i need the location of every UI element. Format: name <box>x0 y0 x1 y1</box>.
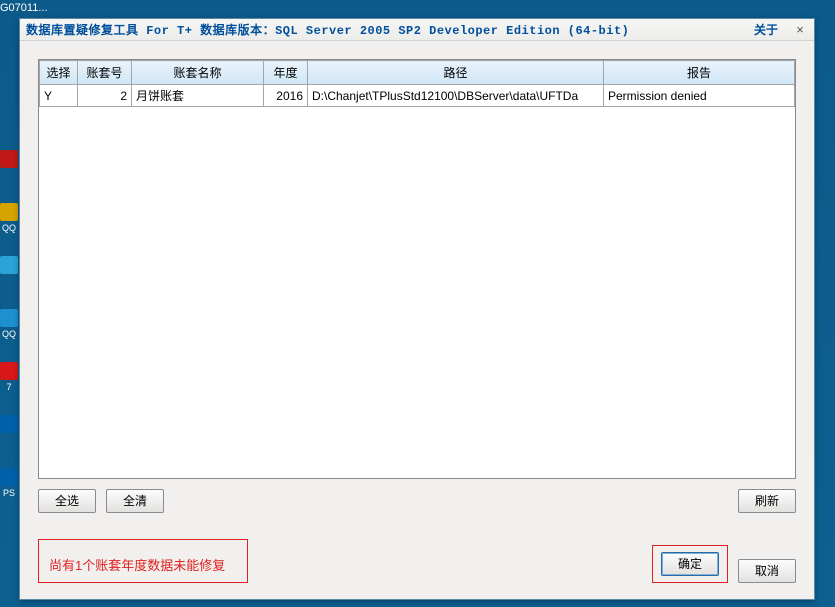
clear-all-button[interactable]: 全清 <box>106 489 164 513</box>
col-select[interactable]: 选择 <box>40 61 78 85</box>
accounts-table: 选择 账套号 账套名称 年度 路径 报告 Y 2 月饼账套 2016 D:\Ch <box>39 60 795 107</box>
ok-highlight-box: 确定 <box>652 545 728 583</box>
desktop-shortcut[interactable]: QQ <box>0 309 18 354</box>
cell-account-name[interactable]: 月饼账套 <box>132 85 264 107</box>
shortcut-icon <box>0 150 18 168</box>
desktop-shortcut[interactable] <box>0 150 18 195</box>
shortcut-label: 7 <box>0 382 18 392</box>
titlebar: 数据库置疑修复工具 For T+ 数据库版本：SQL Server 2005 S… <box>20 19 814 41</box>
ok-button[interactable]: 确定 <box>661 552 719 576</box>
col-path[interactable]: 路径 <box>308 61 604 85</box>
shortcut-label: PS <box>0 488 18 498</box>
col-account-name[interactable]: 账套名称 <box>132 61 264 85</box>
shortcut-icon <box>0 309 18 327</box>
cell-report[interactable]: Permission denied <box>604 85 795 107</box>
shortcut-icon <box>0 256 18 274</box>
col-report[interactable]: 报告 <box>604 61 795 85</box>
refresh-button[interactable]: 刷新 <box>738 489 796 513</box>
cell-select[interactable]: Y <box>40 85 78 107</box>
warning-text: 尚有1个账套年度数据未能修复 <box>49 555 225 574</box>
desktop-label: G07011... <box>0 2 48 14</box>
about-link[interactable]: 关于 <box>754 21 778 38</box>
shortcut-icon <box>0 203 18 221</box>
dialog-footer: 尚有1个账套年度数据未能修复 确定 取消 <box>38 539 796 583</box>
close-icon[interactable]: × <box>792 23 808 37</box>
desktop-shortcut[interactable] <box>0 415 18 460</box>
shortcut-icon <box>0 415 18 433</box>
cancel-button[interactable]: 取消 <box>738 559 796 583</box>
table-row[interactable]: Y 2 月饼账套 2016 D:\Chanjet\TPlusStd12100\D… <box>40 85 795 107</box>
cell-year[interactable]: 2016 <box>264 85 308 107</box>
repair-dialog: 数据库置疑修复工具 For T+ 数据库版本：SQL Server 2005 S… <box>19 18 815 600</box>
desktop-icons: QQ QQ 7 PS <box>0 150 20 550</box>
dialog-content: 选择 账套号 账套名称 年度 路径 报告 Y 2 月饼账套 2016 D:\Ch <box>20 41 814 525</box>
table-header-row: 选择 账套号 账套名称 年度 路径 报告 <box>40 61 795 85</box>
desktop-shortcut[interactable] <box>0 256 18 301</box>
cell-account-no[interactable]: 2 <box>78 85 132 107</box>
warning-box: 尚有1个账套年度数据未能修复 <box>38 539 248 583</box>
desktop-shortcut[interactable]: PS <box>0 468 18 513</box>
shortcut-icon <box>0 362 18 380</box>
accounts-table-wrap: 选择 账套号 账套名称 年度 路径 报告 Y 2 月饼账套 2016 D:\Ch <box>38 59 796 479</box>
select-all-button[interactable]: 全选 <box>38 489 96 513</box>
table-body: Y 2 月饼账套 2016 D:\Chanjet\TPlusStd12100\D… <box>40 85 795 107</box>
window-title: 数据库置疑修复工具 For T+ 数据库版本：SQL Server 2005 S… <box>26 21 754 38</box>
shortcut-icon <box>0 468 18 486</box>
cell-path[interactable]: D:\Chanjet\TPlusStd12100\DBServer\data\U… <box>308 85 604 107</box>
shortcut-label: QQ <box>0 223 18 233</box>
col-account-no[interactable]: 账套号 <box>78 61 132 85</box>
shortcut-label: QQ <box>0 329 18 339</box>
desktop-shortcut[interactable]: 7 <box>0 362 18 407</box>
col-year[interactable]: 年度 <box>264 61 308 85</box>
desktop-shortcut[interactable]: QQ <box>0 203 18 248</box>
toolbar-row: 全选 全清 刷新 <box>38 489 796 513</box>
